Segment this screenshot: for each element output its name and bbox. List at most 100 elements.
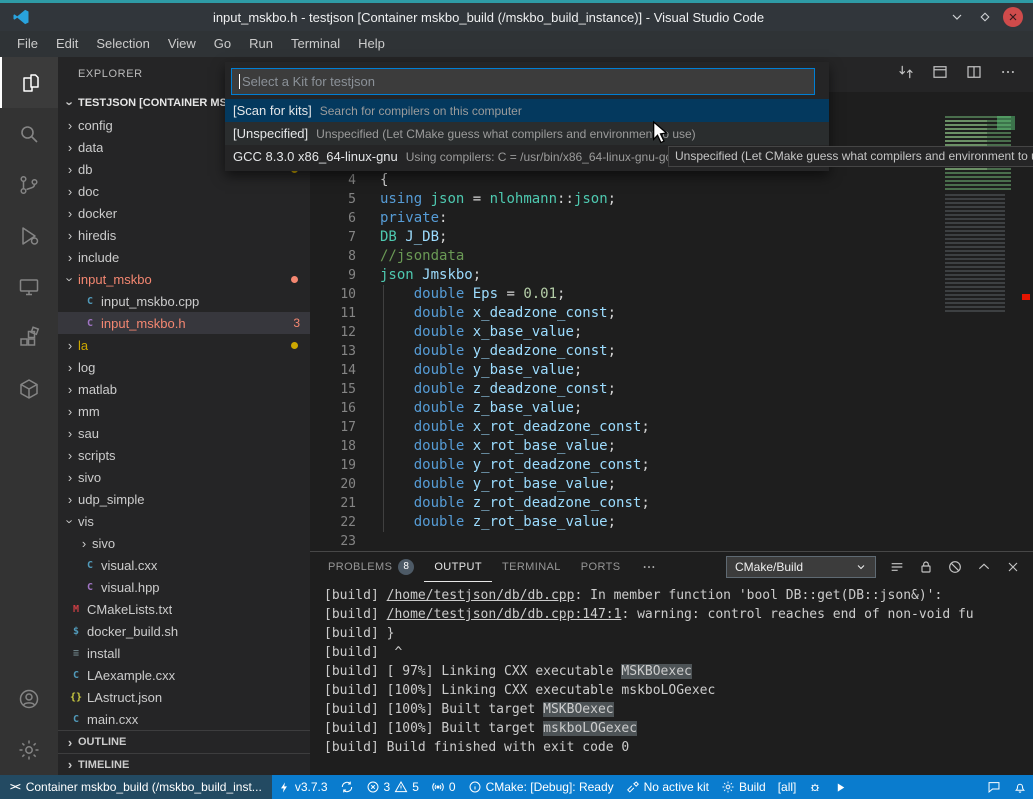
- file-row[interactable]: $ docker_build.sh: [58, 620, 310, 642]
- menu-run[interactable]: Run: [240, 31, 282, 57]
- activity-item-run-debug[interactable]: [0, 210, 58, 261]
- launch-button[interactable]: [828, 775, 853, 799]
- run-debug-icon: [17, 224, 41, 248]
- menu-help[interactable]: Help: [349, 31, 394, 57]
- file-row[interactable]: {} LAstruct.json: [58, 686, 310, 708]
- menu-selection[interactable]: Selection: [87, 31, 158, 57]
- remote-indicator[interactable]: >< Container mskbo_build (/mskbo_build_i…: [0, 775, 272, 799]
- minimap[interactable]: [941, 114, 1019, 551]
- folder-row[interactable]: › udp_simple: [58, 488, 310, 510]
- section-outline[interactable]: › OUTLINE: [58, 731, 310, 753]
- activity-item-source-control[interactable]: [0, 159, 58, 210]
- folder-row[interactable]: › mm: [58, 400, 310, 422]
- debug-button[interactable]: [802, 775, 828, 799]
- code-editor[interactable]: 1234{5using json = nlohmann::json;6priva…: [310, 114, 941, 551]
- folder-row[interactable]: › log: [58, 356, 310, 378]
- token: ;: [573, 400, 583, 416]
- activity-item-search[interactable]: [0, 108, 58, 159]
- file-type-icon: $: [72, 625, 80, 637]
- quickpick-input[interactable]: Select a Kit for testjson: [231, 68, 815, 95]
- file-row[interactable]: M CMakeLists.txt: [58, 598, 310, 620]
- folder-row[interactable]: › matlab: [58, 378, 310, 400]
- panel-tab-terminal[interactable]: TERMINAL: [492, 552, 571, 582]
- open-preview-icon[interactable]: [931, 63, 949, 86]
- file-row[interactable]: Cinput_mskbo.h 3: [58, 312, 310, 334]
- menu-go[interactable]: Go: [205, 31, 240, 57]
- menu-view[interactable]: View: [159, 31, 205, 57]
- folder-row[interactable]: › include: [58, 246, 310, 268]
- folder-row[interactable]: › la: [58, 334, 310, 356]
- panel-tab-ports[interactable]: PORTS: [571, 552, 631, 582]
- folder-row[interactable]: › hiredis: [58, 224, 310, 246]
- output-channel-select[interactable]: CMake/Build: [726, 556, 876, 578]
- close-panel-icon[interactable]: [1005, 559, 1021, 575]
- more-actions-icon[interactable]: [999, 63, 1017, 86]
- panel-tab-output[interactable]: OUTPUT: [424, 552, 492, 582]
- panel-more-actions-icon[interactable]: [641, 559, 657, 575]
- token: J_DB: [405, 229, 440, 245]
- menu-file[interactable]: File: [8, 31, 47, 57]
- item-label: input_mskbo: [78, 271, 152, 287]
- file-row[interactable]: Cvisual.cxx: [58, 554, 310, 576]
- section-timeline[interactable]: › TIMELINE: [58, 753, 310, 775]
- cmake-status[interactable]: CMake: [Debug]: Ready: [462, 775, 620, 799]
- quickpick-item[interactable]: [Unspecified] Unspecified (Let CMake gues…: [225, 122, 829, 145]
- overview-ruler[interactable]: [1019, 114, 1033, 551]
- folder-row[interactable]: › sivo: [58, 466, 310, 488]
- gear-icon: [722, 781, 734, 793]
- output-text: : warning: control reaches end of non-vo…: [621, 607, 974, 622]
- quickpick-item[interactable]: [Scan for kits] Search for compilers on t…: [225, 99, 829, 122]
- activity-bottom: [0, 673, 58, 775]
- extension-version-status[interactable]: v3.7.3: [272, 775, 334, 799]
- activity-item-containers[interactable]: [0, 363, 58, 414]
- file-row[interactable]: Cmain.cxx: [58, 708, 310, 730]
- open-changes-icon[interactable]: [897, 63, 915, 86]
- problems-status[interactable]: 3 5: [360, 775, 425, 799]
- activity-item-explorer[interactable]: [0, 57, 58, 108]
- activity-item-remote-explorer[interactable]: [0, 261, 58, 312]
- file-row[interactable]: ≡ install: [58, 642, 310, 664]
- file-row[interactable]: C LAexample.cxx: [58, 664, 310, 686]
- activity-item-extensions[interactable]: [0, 312, 58, 363]
- panel-tab-problems[interactable]: PROBLEMS 8: [318, 552, 424, 582]
- folder-row[interactable]: › vis: [58, 510, 310, 532]
- build-target[interactable]: [all]: [772, 775, 803, 799]
- output-log[interactable]: [build] /home/testjson/db/db.cpp: In mem…: [310, 582, 1033, 775]
- minimize-button[interactable]: [947, 7, 967, 27]
- word-wrap-icon[interactable]: [889, 559, 905, 575]
- file-row[interactable]: Cvisual.hpp: [58, 576, 310, 598]
- item-label: matlab: [78, 381, 118, 397]
- menu-terminal[interactable]: Terminal: [282, 31, 349, 57]
- folder-row[interactable]: › input_mskbo: [58, 268, 310, 290]
- activity-item-settings[interactable]: [0, 724, 58, 775]
- ports-status[interactable]: 0: [425, 775, 462, 799]
- split-editor-icon[interactable]: [965, 63, 983, 86]
- target-label: [all]: [777, 780, 797, 794]
- folder-row[interactable]: › sau: [58, 422, 310, 444]
- line-number: 20: [340, 477, 356, 492]
- restore-button[interactable]: [975, 7, 995, 27]
- notifications-button[interactable]: [1007, 775, 1033, 799]
- file-link[interactable]: /home/testjson/db/db.cpp:147:1: [387, 607, 622, 622]
- close-button[interactable]: [1003, 7, 1023, 27]
- file-row[interactable]: Cinput_mskbo.cpp: [58, 290, 310, 312]
- folder-row[interactable]: › docker: [58, 202, 310, 224]
- maximize-panel-icon[interactable]: [976, 559, 992, 575]
- token: =: [498, 286, 524, 302]
- title-bar: input_mskbo.h - testjson [Container mskb…: [0, 0, 1033, 31]
- lock-scroll-icon[interactable]: [918, 559, 934, 575]
- kit-status[interactable]: No active kit: [620, 775, 715, 799]
- code-text: using json = nlohmann::json;: [380, 190, 616, 209]
- item-label: mm: [78, 403, 100, 419]
- folder-row[interactable]: › doc: [58, 180, 310, 202]
- output-line: [build] [100%] Built target MSKBOexec: [324, 700, 1033, 719]
- activity-item-accounts[interactable]: [0, 673, 58, 724]
- clear-output-icon[interactable]: [947, 559, 963, 575]
- file-link[interactable]: /home/testjson/db/db.cpp: [387, 588, 575, 603]
- build-button[interactable]: Build: [715, 775, 772, 799]
- sync-status[interactable]: [334, 775, 360, 799]
- folder-row[interactable]: › sivo: [58, 532, 310, 554]
- menu-edit[interactable]: Edit: [47, 31, 87, 57]
- folder-row[interactable]: › scripts: [58, 444, 310, 466]
- feedback-button[interactable]: [981, 775, 1007, 799]
